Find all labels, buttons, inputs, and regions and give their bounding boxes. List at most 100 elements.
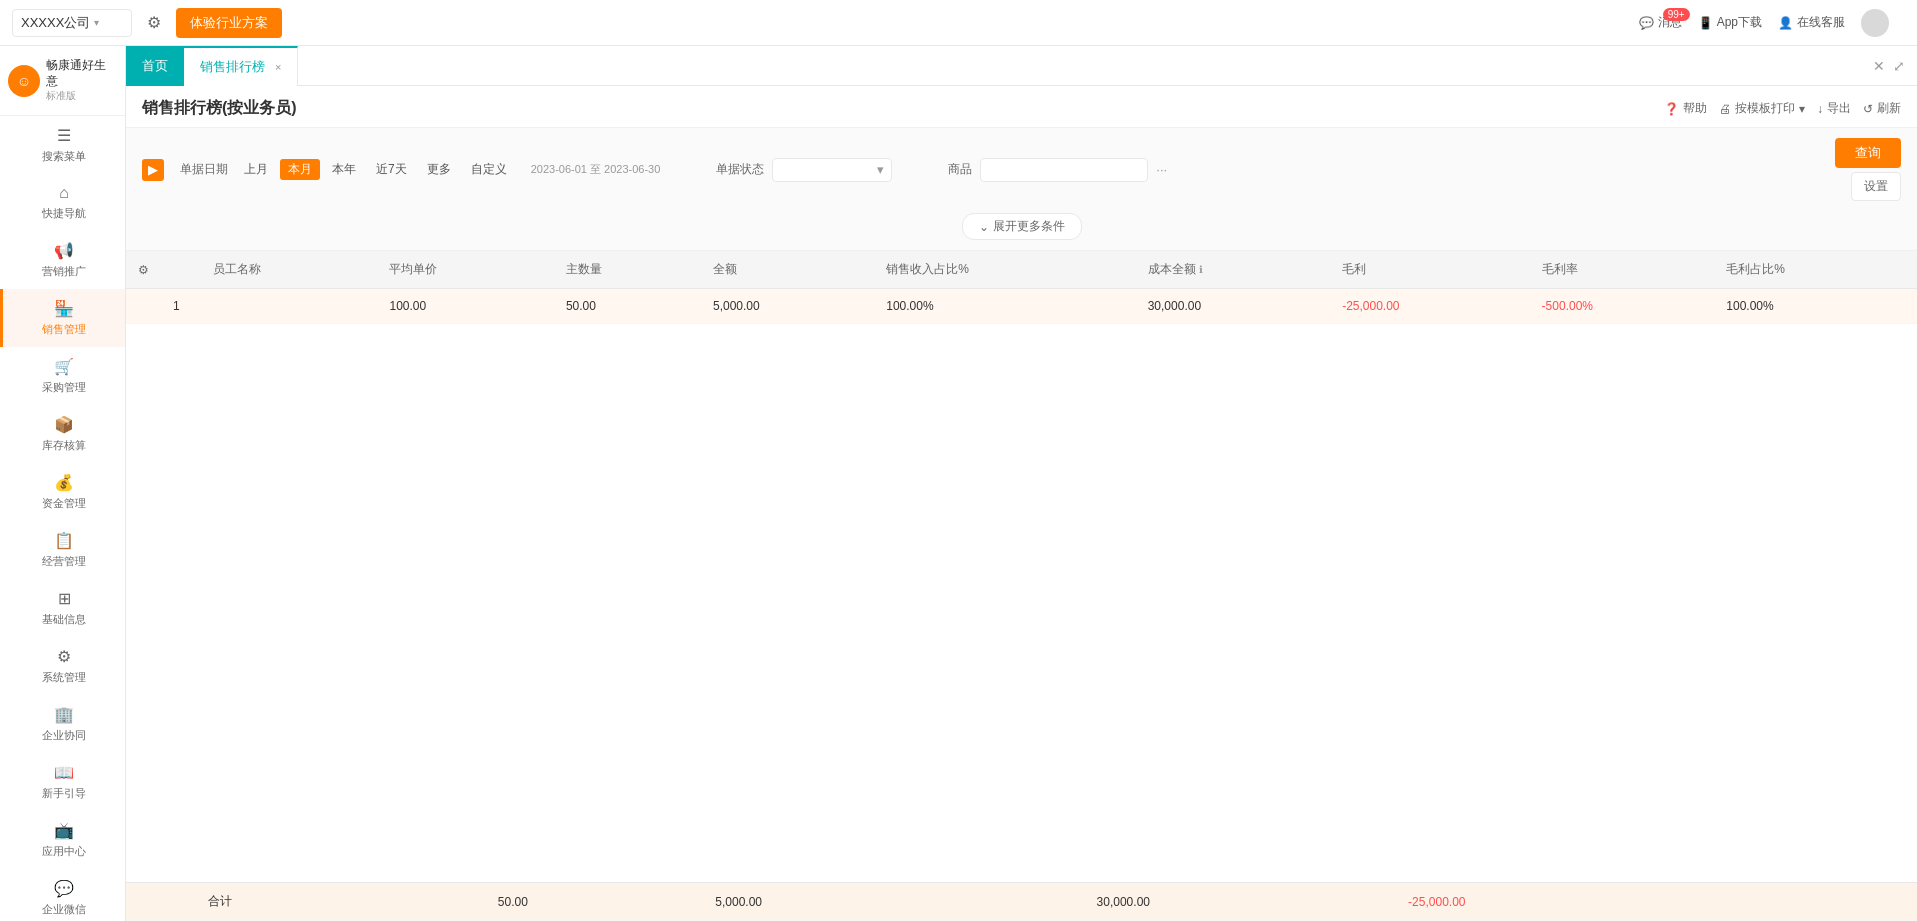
col-settings[interactable]: ⚙ <box>126 251 161 289</box>
tab-home[interactable]: 首页 <box>126 46 184 86</box>
sidebar-item-sales[interactable]: 🏪 销售管理 <box>0 289 125 347</box>
trial-button[interactable]: 体验行业方案 <box>176 8 282 38</box>
help-button[interactable]: ❓ 帮助 <box>1664 100 1707 117</box>
cell-main-qty: 50.00 <box>554 289 701 324</box>
footer-cell-amount: 5,000.00 <box>703 883 988 921</box>
sidebar-label-wechat: 企业微信 <box>42 902 86 917</box>
footer-cell-profit: -25,000.00 <box>1396 883 1724 921</box>
date-tab-prev-month[interactable]: 上月 <box>236 159 276 180</box>
filter-settings-button[interactable]: 设置 <box>1851 172 1901 201</box>
tab-sales-rank[interactable]: 销售排行榜 × <box>184 46 298 86</box>
cell-sales-pct: 100.00% <box>874 289 1135 324</box>
sidebar-item-enterprise[interactable]: 🏢 企业协同 <box>0 695 125 753</box>
apps-icon: 📺 <box>54 821 74 840</box>
date-tab-current-year[interactable]: 本年 <box>324 159 364 180</box>
logo-text-area: 畅康通好生意 标准版 <box>46 58 117 103</box>
sidebar-label-search: 搜索菜单 <box>42 149 86 164</box>
print-chevron-icon: ▾ <box>1799 102 1805 116</box>
sidebar-item-basic[interactable]: ⊞ 基础信息 <box>0 579 125 637</box>
sidebar-label-purchase: 采购管理 <box>42 380 86 395</box>
tab-home-label: 首页 <box>142 57 168 75</box>
sidebar-item-purchase[interactable]: 🛒 采购管理 <box>0 347 125 405</box>
operation-icon: 📋 <box>54 531 74 550</box>
status-select[interactable] <box>772 158 892 182</box>
date-tab-7days[interactable]: 近7天 <box>368 159 415 180</box>
table-row: 1 100.00 50.00 5,000.00 100.00% 30,000.0… <box>126 289 1917 324</box>
sidebar-item-system[interactable]: ⚙ 系统管理 <box>0 637 125 695</box>
sidebar-label-marketing: 营销推广 <box>42 264 86 279</box>
data-table: ⚙ 员工名称 平均单价 主数量 全额 销售收入占比% 成本全额 ℹ 毛利 <box>126 251 1917 324</box>
search-menu-icon: ☰ <box>57 126 71 145</box>
filter-expand-arrow[interactable]: ▶ <box>142 159 164 181</box>
table-header: ⚙ 员工名称 平均单价 主数量 全额 销售收入占比% 成本全额 ℹ 毛利 <box>126 251 1917 289</box>
purchase-icon: 🛒 <box>54 357 74 376</box>
sidebar-item-guide[interactable]: 📖 新手引导 <box>0 753 125 811</box>
page-inner: 销售排行榜(按业务员) ❓ 帮助 🖨 按模板打印 ▾ <box>126 86 1917 921</box>
app-download-button[interactable]: 📱 App下载 <box>1698 14 1762 31</box>
sidebar-label-guide: 新手引导 <box>42 786 86 801</box>
company-selector[interactable]: XXXXX公司 ▾ <box>12 9 132 37</box>
query-btn-area: 查询 设置 <box>1835 138 1901 201</box>
template-print-button[interactable]: 🖨 按模板打印 ▾ <box>1719 100 1805 117</box>
avatar[interactable] <box>1861 9 1889 37</box>
status-label: 单据状态 <box>716 161 764 178</box>
cell-profit-pct: 100.00% <box>1714 289 1917 324</box>
cell-rank: 1 <box>161 289 201 324</box>
sidebar-item-marketing[interactable]: 📢 营销推广 <box>0 231 125 289</box>
message-icon: 💬 <box>1639 16 1654 30</box>
online-service-button[interactable]: 👤 在线客服 <box>1778 14 1845 31</box>
col-amount: 全额 <box>701 251 874 289</box>
expand-down-icon: ⌄ <box>979 220 989 234</box>
cell-settings <box>126 289 161 324</box>
table-area: ⚙ 员工名称 平均单价 主数量 全额 销售收入占比% 成本全额 ℹ 毛利 <box>126 251 1917 882</box>
enterprise-icon: 🏢 <box>54 705 74 724</box>
goods-more-icon[interactable]: ··· <box>1156 162 1167 177</box>
expand-more-area: ⌄ 展开更多条件 <box>142 207 1901 240</box>
date-tab-more[interactable]: 更多 <box>419 159 459 180</box>
tab-close-window-icon[interactable]: ✕ <box>1873 58 1885 74</box>
export-icon: ↓ <box>1817 102 1823 116</box>
guide-icon: 📖 <box>54 763 74 782</box>
expand-more-button[interactable]: ⌄ 展开更多条件 <box>962 213 1082 240</box>
sidebar-item-inventory[interactable]: 📦 库存核算 <box>0 405 125 463</box>
refresh-icon: ↺ <box>1863 102 1873 116</box>
help-icon: ❓ <box>1664 102 1679 116</box>
sidebar-label-finance: 资金管理 <box>42 496 86 511</box>
footer-cell-profit-rate <box>1724 883 1821 921</box>
sidebar-item-search[interactable]: ☰ 搜索菜单 <box>0 116 125 174</box>
sidebar-item-finance[interactable]: 💰 资金管理 <box>0 463 125 521</box>
top-right-area: 💬 消息 99+ 📱 App下载 👤 在线客服 <box>1639 9 1905 37</box>
export-button[interactable]: ↓ 导出 <box>1817 100 1851 117</box>
inventory-icon: 📦 <box>54 415 74 434</box>
wechat-icon: 💬 <box>54 879 74 898</box>
date-tab-current-month[interactable]: 本月 <box>280 159 320 180</box>
filter-row: ▶ 单据日期 上月 本月 本年 近7天 更多 自定义 <box>142 138 1901 201</box>
sidebar-item-shortcut[interactable]: ⌂ 快捷导航 <box>0 174 125 231</box>
logo-sub: 标准版 <box>46 89 117 103</box>
footer-cell-label: 合计 <box>196 883 389 921</box>
col-profit-rate: 毛利率 <box>1530 251 1715 289</box>
query-button[interactable]: 查询 <box>1835 138 1901 168</box>
date-tab-custom[interactable]: 自定义 <box>463 159 515 180</box>
tab-close-icon[interactable]: × <box>275 61 281 73</box>
sidebar-item-apps[interactable]: 📺 应用中心 <box>0 811 125 869</box>
goods-input[interactable] <box>980 158 1148 182</box>
cell-profit-rate: -500.00% <box>1530 289 1715 324</box>
cell-profit: -25,000.00 <box>1330 289 1529 324</box>
filter-area: ▶ 单据日期 上月 本月 本年 近7天 更多 自定义 <box>126 128 1917 251</box>
sales-icon: 🏪 <box>54 299 74 318</box>
logo-icon: ☺ <box>8 65 40 97</box>
sidebar-item-operation[interactable]: 📋 经营管理 <box>0 521 125 579</box>
sidebar-label-enterprise: 企业协同 <box>42 728 86 743</box>
sidebar: ☺ 畅康通好生意 标准版 ☰ 搜索菜单 ⌂ 快捷导航 📢 营销推广 🏪 销售管 <box>0 46 126 921</box>
sidebar-label-apps: 应用中心 <box>42 844 86 859</box>
footer-cell-main-qty: 50.00 <box>486 883 703 921</box>
sidebar-item-wechat[interactable]: 💬 企业微信 <box>0 869 125 921</box>
tab-restore-icon[interactable]: ⤢ <box>1893 58 1905 74</box>
main-area: ☺ 畅康通好生意 标准版 ☰ 搜索菜单 ⌂ 快捷导航 📢 营销推广 🏪 销售管 <box>0 46 1917 921</box>
message-button[interactable]: 💬 消息 99+ <box>1639 14 1682 31</box>
col-name: 员工名称 <box>201 251 377 289</box>
refresh-button[interactable]: ↺ 刷新 <box>1863 100 1901 117</box>
service-icon: 👤 <box>1778 16 1793 30</box>
topbar-settings-button[interactable]: ⚙ <box>140 9 168 37</box>
